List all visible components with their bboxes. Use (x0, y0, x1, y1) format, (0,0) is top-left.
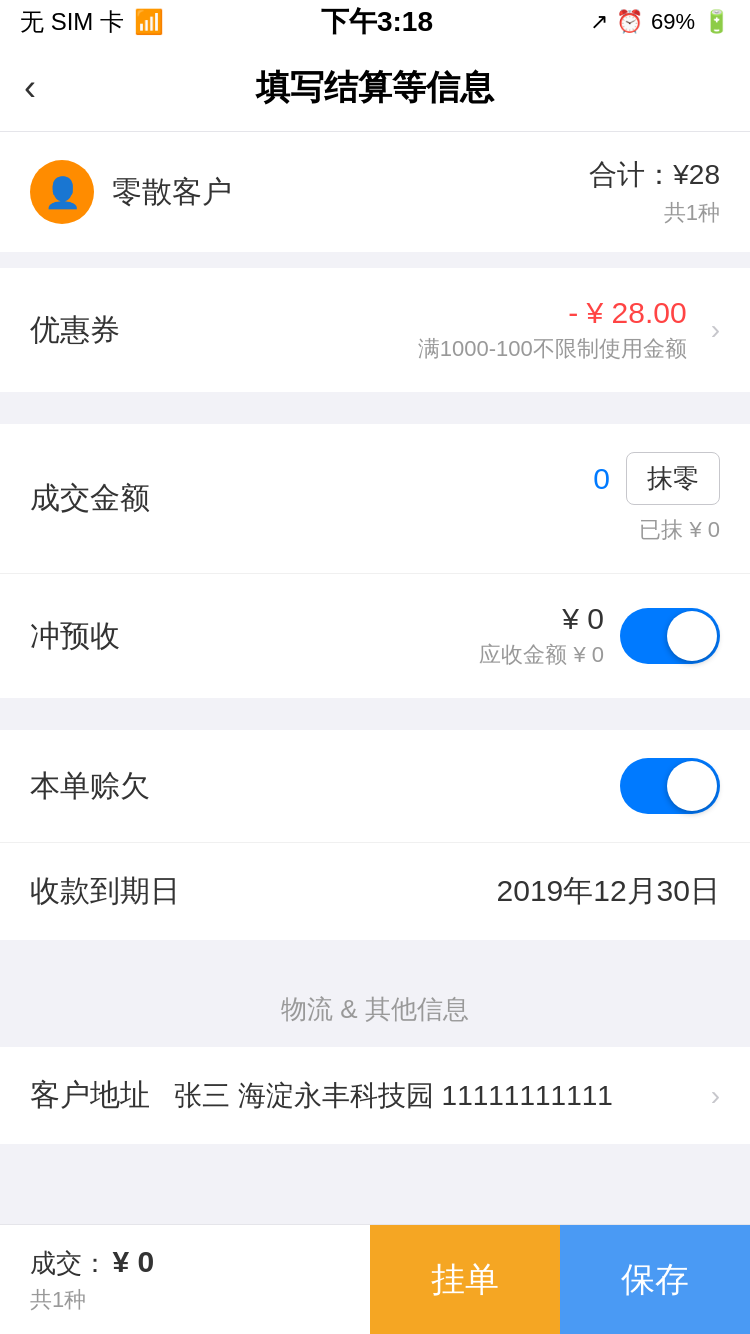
bottom-deal-amount: ¥ 0 (112, 1245, 154, 1278)
status-bar: 无 SIM 卡 📶 下午3:18 ↗ ⏰ 69% 🔋 (0, 0, 750, 44)
credit-row: 本单赊欠 (0, 730, 750, 843)
main-content: 👤 零散客户 合计：¥28 共1种 优惠券 - ¥ 28.00 满1000-10… (0, 132, 750, 1270)
avatar-icon: 👤 (44, 175, 81, 210)
divider-1 (0, 408, 750, 424)
due-date-value: 2019年12月30日 (497, 871, 720, 912)
credit-toggle-knob (667, 761, 717, 811)
coupon-discount: - ¥ 28.00 (418, 296, 687, 330)
prepayment-toggle[interactable] (620, 608, 720, 664)
page-title: 填写结算等信息 (256, 65, 494, 111)
deal-amount-value: 0 (593, 462, 610, 496)
save-button[interactable]: 保存 (560, 1225, 750, 1335)
avatar: 👤 (30, 160, 94, 224)
hold-button[interactable]: 挂单 (370, 1225, 560, 1335)
bottom-bar: 成交： ¥ 0 共1种 挂单 保存 (0, 1224, 750, 1334)
deal-amount-row: 成交金额 0 抹零 已抹 ¥ 0 (0, 424, 750, 574)
chevron-icon: › (711, 314, 720, 346)
signal-text: 无 SIM 卡 (20, 6, 124, 38)
bottom-deal-line: 成交： ¥ 0 (30, 1245, 340, 1281)
bottom-deal-label: 成交： (30, 1248, 108, 1278)
wifi-icon: 📶 (134, 8, 164, 36)
divider-3 (0, 956, 750, 972)
coupon-description: 满1000-100不限制使用金额 (418, 334, 687, 364)
customer-total: 合计：¥28 (589, 156, 720, 194)
prepayment-right: ¥ 0 应收金额 ¥ 0 (479, 602, 720, 670)
deal-amount-right: 0 抹零 已抹 ¥ 0 (593, 452, 720, 545)
status-right: ↗ ⏰ 69% 🔋 (590, 9, 730, 35)
battery-text: 69% (651, 9, 695, 35)
deal-amount-sub: 已抹 ¥ 0 (639, 515, 720, 545)
coupon-section: 优惠券 - ¥ 28.00 满1000-100不限制使用金额 › (0, 268, 750, 392)
prepayment-sub: 应收金额 ¥ 0 (479, 640, 604, 670)
prepayment-row: 冲预收 ¥ 0 应收金额 ¥ 0 (0, 574, 750, 698)
toggle-knob (667, 611, 717, 661)
location-icon: ↗ (590, 9, 608, 35)
bottom-info: 成交： ¥ 0 共1种 (0, 1245, 370, 1315)
prepayment-values: ¥ 0 应收金额 ¥ 0 (479, 602, 604, 670)
address-chevron-icon: › (711, 1080, 720, 1112)
customer-name: 零散客户 (112, 172, 232, 213)
round-zero-button[interactable]: 抹零 (626, 452, 720, 505)
address-value: 张三 海淀永丰科技园 11111111111 (174, 1077, 687, 1115)
status-left: 无 SIM 卡 📶 (20, 6, 164, 38)
customer-left: 👤 零散客户 (30, 160, 232, 224)
customer-row: 👤 零散客户 合计：¥28 共1种 (0, 132, 750, 252)
due-date-row: 收款到期日 2019年12月30日 (0, 843, 750, 940)
customer-right: 合计：¥28 共1种 (589, 156, 720, 228)
prepayment-label: 冲预收 (30, 616, 120, 657)
address-row[interactable]: 客户地址 张三 海淀永丰科技园 11111111111 › (0, 1047, 750, 1144)
alarm-icon: ⏰ (616, 9, 643, 35)
address-section: 客户地址 张三 海淀永丰科技园 11111111111 › (0, 1047, 750, 1144)
divider-2 (0, 714, 750, 730)
deal-section: 成交金额 0 抹零 已抹 ¥ 0 冲预收 ¥ 0 应收金额 ¥ 0 (0, 424, 750, 698)
deal-amount-label: 成交金额 (30, 478, 150, 519)
back-button[interactable]: ‹ (24, 67, 36, 109)
coupon-right: - ¥ 28.00 满1000-100不限制使用金额 › (418, 296, 720, 364)
address-label: 客户地址 (30, 1075, 150, 1116)
credit-right (620, 758, 720, 814)
logistics-label: 物流 & 其他信息 (281, 994, 469, 1024)
due-date-label: 收款到期日 (30, 871, 180, 912)
deal-amount-top: 0 抹零 (593, 452, 720, 505)
logistics-label-section: 物流 & 其他信息 (0, 972, 750, 1047)
nav-bar: ‹ 填写结算等信息 (0, 44, 750, 132)
coupon-label: 优惠券 (30, 310, 120, 351)
coupon-value: - ¥ 28.00 满1000-100不限制使用金额 (418, 296, 687, 364)
customer-count: 共1种 (589, 198, 720, 228)
credit-toggle[interactable] (620, 758, 720, 814)
status-time: 下午3:18 (321, 3, 433, 41)
coupon-row[interactable]: 优惠券 - ¥ 28.00 满1000-100不限制使用金额 › (0, 268, 750, 392)
credit-section: 本单赊欠 收款到期日 2019年12月30日 (0, 730, 750, 940)
credit-label: 本单赊欠 (30, 766, 150, 807)
prepayment-amount: ¥ 0 (479, 602, 604, 636)
battery-icon: 🔋 (703, 9, 730, 35)
bottom-count: 共1种 (30, 1285, 340, 1315)
